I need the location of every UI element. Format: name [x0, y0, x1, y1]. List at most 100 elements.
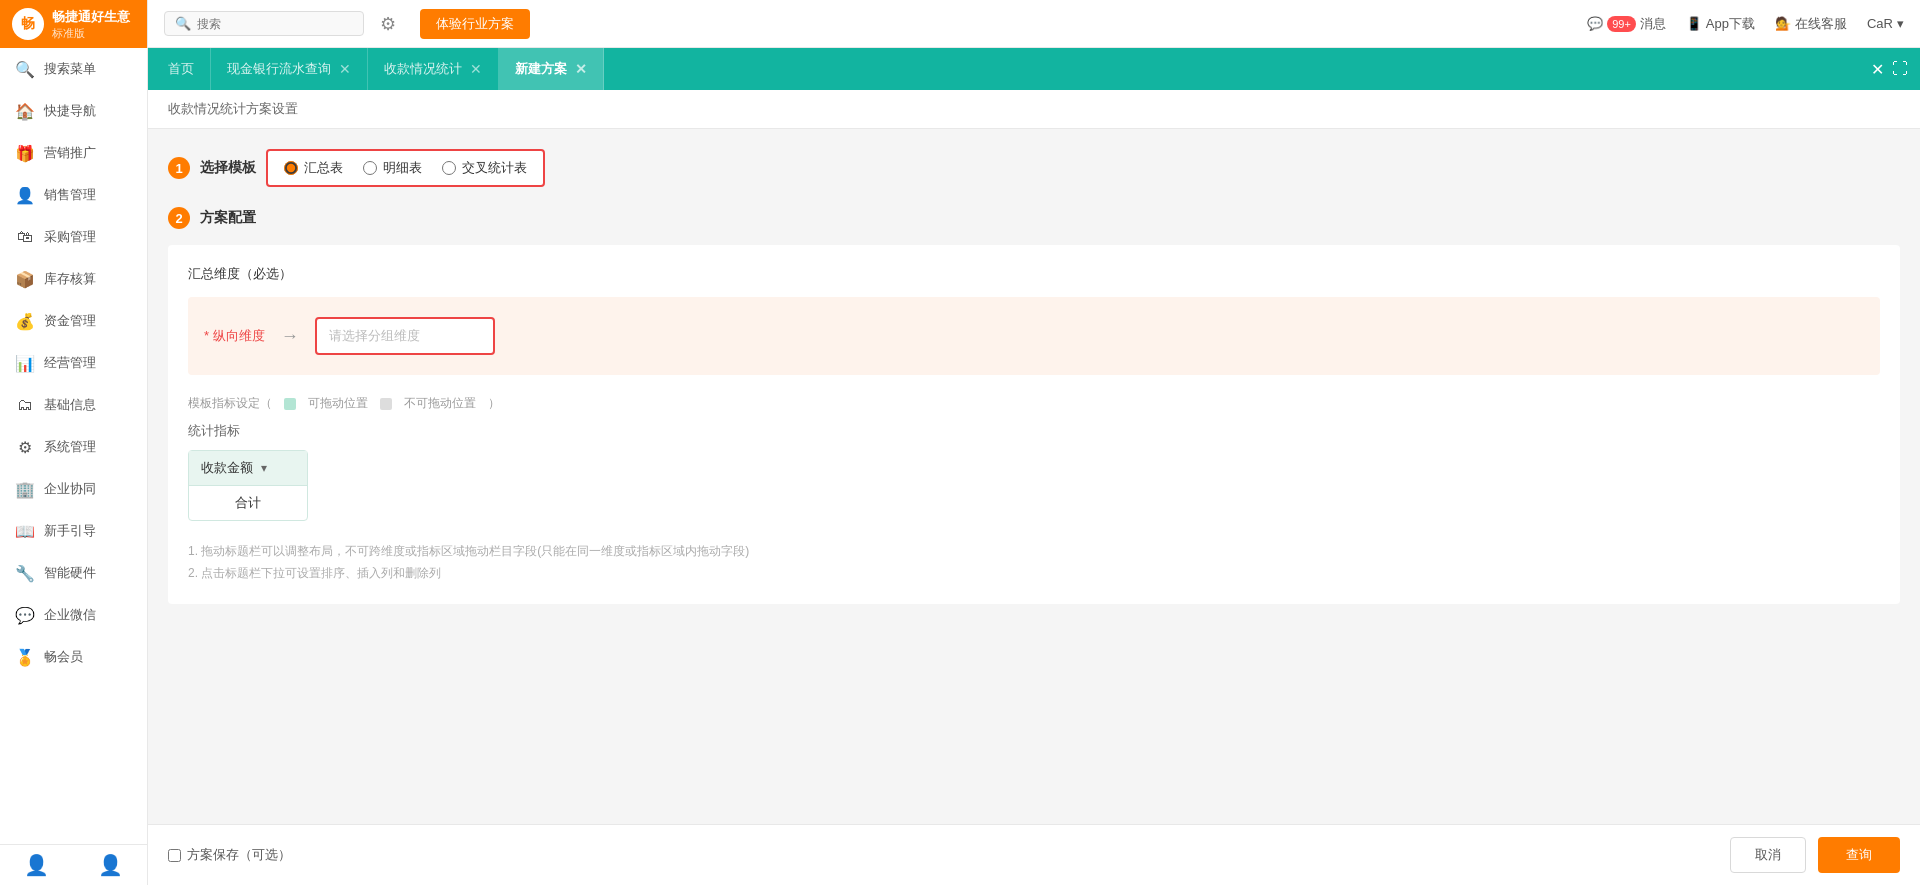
content-area: 收款情况统计方案设置 1 选择模板 汇总表 明细表: [148, 90, 1920, 885]
hardware-icon: 🔧: [16, 564, 34, 582]
system-icon: ⚙: [16, 438, 34, 456]
sidebar-item-inventory[interactable]: 📦 库存核算: [0, 258, 147, 300]
sidebar-item-basic-info[interactable]: 🗂 基础信息: [0, 384, 147, 426]
expand-icon[interactable]: ⛶: [1892, 60, 1908, 78]
section2-header: 2 方案配置: [168, 207, 1900, 229]
sales-icon: 👤: [16, 186, 34, 204]
section1-num: 1: [168, 157, 190, 179]
metrics-hint: 模板指标设定（ 可拖动位置 不可拖动位置 ）: [188, 395, 1880, 412]
sidebar-item-marketing[interactable]: 🎁 营销推广: [0, 132, 147, 174]
inventory-icon: 📦: [16, 270, 34, 288]
tab-actions: ✕ ⛶: [1871, 60, 1920, 79]
radio-cross-input[interactable]: [442, 161, 456, 175]
tab-bank-flow-close[interactable]: ✕: [339, 61, 351, 77]
search-input[interactable]: [197, 17, 337, 31]
tab-receipt-stat[interactable]: 收款情况统计 ✕: [368, 48, 499, 90]
tip-line-1: 1. 拖动标题栏可以调整布局，不可跨维度或指标区域拖动栏目字段(只能在同一维度或…: [188, 541, 1880, 563]
sidebar-item-purchase[interactable]: 🛍 采购管理: [0, 216, 147, 258]
metrics-column-header: 收款金额: [201, 459, 253, 477]
logo-icon: 畅: [12, 8, 44, 40]
section-template: 1 选择模板 汇总表 明细表 交叉统计表: [168, 149, 1900, 187]
finance-icon: 💰: [16, 312, 34, 330]
sidebar-bottom: 👤 👤: [0, 844, 147, 885]
sidebar-item-operations[interactable]: 📊 经营管理: [0, 342, 147, 384]
sidebar-item-label: 资金管理: [44, 312, 96, 330]
app-download-button[interactable]: 📱 App下载: [1686, 15, 1755, 33]
fixed-hint-text: 不可拖动位置: [404, 395, 476, 412]
radio-summary-input[interactable]: [284, 161, 298, 175]
radio-summary[interactable]: 汇总表: [284, 159, 343, 177]
tab-home[interactable]: 首页: [148, 48, 211, 90]
dimension-row: * 纵向维度 → 请选择分组维度: [204, 317, 1864, 355]
basic-info-icon: 🗂: [16, 396, 34, 414]
sidebar-item-enterprise[interactable]: 🏢 企业协同: [0, 468, 147, 510]
radio-detail[interactable]: 明细表: [363, 159, 422, 177]
dimension-placeholder: 请选择分组维度: [329, 328, 420, 343]
metrics-hint-close: ）: [488, 395, 500, 412]
online-service-button[interactable]: 💁 在线客服: [1775, 15, 1847, 33]
notification-label: 消息: [1640, 15, 1666, 33]
user-info[interactable]: CaR ▾: [1867, 16, 1904, 31]
template-select-box: 汇总表 明细表 交叉统计表: [266, 149, 545, 187]
sidebar-item-label: 快捷导航: [44, 102, 96, 120]
tab-receipt-stat-close[interactable]: ✕: [470, 61, 482, 77]
sidebar-item-wechat[interactable]: 💬 企业微信: [0, 594, 147, 636]
tab-new-plan[interactable]: 新建方案 ✕: [499, 48, 604, 90]
sidebar-item-guide[interactable]: 📖 新手引导: [0, 510, 147, 552]
sidebar-item-system[interactable]: ⚙ 系统管理: [0, 426, 147, 468]
sidebar-item-hardware[interactable]: 🔧 智能硬件: [0, 552, 147, 594]
sidebar-item-sales[interactable]: 👤 销售管理: [0, 174, 147, 216]
sidebar-item-search-menu[interactable]: 🔍 搜索菜单: [0, 48, 147, 90]
radio-summary-label: 汇总表: [304, 159, 343, 177]
sidebar-nav: 🔍 搜索菜单 🏠 快捷导航 🎁 营销推广 👤 销售管理 🛍 采购管理 📦 库存核…: [0, 48, 147, 844]
metrics-section-label: 统计指标: [188, 422, 1880, 440]
sidebar-avatar2[interactable]: 👤: [98, 853, 123, 877]
app-download-label: App下载: [1706, 15, 1755, 33]
enterprise-icon: 🏢: [16, 480, 34, 498]
save-option-label[interactable]: 方案保存（可选）: [168, 846, 291, 864]
logo-title: 畅捷通好生意: [52, 8, 130, 26]
vertical-dim-label: * 纵向维度: [204, 327, 265, 345]
radio-detail-input[interactable]: [363, 161, 377, 175]
sidebar-item-quick-nav[interactable]: 🏠 快捷导航: [0, 90, 147, 132]
metrics-section: 模板指标设定（ 可拖动位置 不可拖动位置 ） 统计指标 收款金: [188, 395, 1880, 521]
save-checkbox[interactable]: [168, 849, 181, 862]
topbar-search-box[interactable]: 🔍: [164, 11, 364, 36]
marketing-icon: 🎁: [16, 144, 34, 162]
tab-bank-flow[interactable]: 现金银行流水查询 ✕: [211, 48, 368, 90]
radio-cross-label: 交叉统计表: [462, 159, 527, 177]
avatar2-icon: 👤: [98, 853, 123, 877]
topbar-right: 💬 99+ 消息 📱 App下载 💁 在线客服 CaR ▾: [1587, 15, 1904, 33]
service-label: 在线客服: [1795, 15, 1847, 33]
tabbar: 首页 现金银行流水查询 ✕ 收款情况统计 ✕ 新建方案 ✕ ✕ ⛶: [148, 48, 1920, 90]
sidebar-item-member[interactable]: 🏅 畅会员: [0, 636, 147, 678]
sidebar-avatar1[interactable]: 👤: [24, 853, 49, 877]
arrow-icon: →: [281, 326, 299, 347]
tips-section: 1. 拖动标题栏可以调整布局，不可跨维度或指标区域拖动栏目字段(只能在同一维度或…: [188, 541, 1880, 584]
sidebar-item-label: 营销推广: [44, 144, 96, 162]
main-area: 🔍 ⚙ 体验行业方案 💬 99+ 消息 📱 App下载 💁 在线客服 CaR ▾: [148, 0, 1920, 885]
industry-solution-button[interactable]: 体验行业方案: [420, 9, 530, 39]
radio-detail-label: 明细表: [383, 159, 422, 177]
tab-new-plan-close[interactable]: ✕: [575, 61, 587, 77]
guide-icon: 📖: [16, 522, 34, 540]
metrics-chevron-icon[interactable]: ▾: [261, 461, 267, 475]
notification-button[interactable]: 💬 99+ 消息: [1587, 15, 1666, 33]
query-button[interactable]: 查询: [1818, 837, 1900, 873]
notification-icon: 💬: [1587, 16, 1603, 31]
dimension-selector[interactable]: 请选择分组维度: [315, 317, 495, 355]
gear-icon[interactable]: ⚙: [380, 13, 396, 35]
user-name: CaR: [1867, 16, 1893, 31]
cancel-button[interactable]: 取消: [1730, 837, 1806, 873]
sidebar-item-label: 畅会员: [44, 648, 83, 666]
section2-num: 2: [168, 207, 190, 229]
radio-cross[interactable]: 交叉统计表: [442, 159, 527, 177]
sidebar-item-label: 新手引导: [44, 522, 96, 540]
close-all-icon[interactable]: ✕: [1871, 60, 1884, 79]
metrics-header[interactable]: 收款金额 ▾: [189, 451, 307, 486]
fixed-hint-dot: [380, 398, 392, 410]
tab-home-label: 首页: [168, 60, 194, 78]
sidebar-item-finance[interactable]: 💰 资金管理: [0, 300, 147, 342]
breadcrumb: 收款情况统计方案设置: [148, 90, 1920, 129]
metrics-table: 收款金额 ▾ 合计: [188, 450, 308, 521]
